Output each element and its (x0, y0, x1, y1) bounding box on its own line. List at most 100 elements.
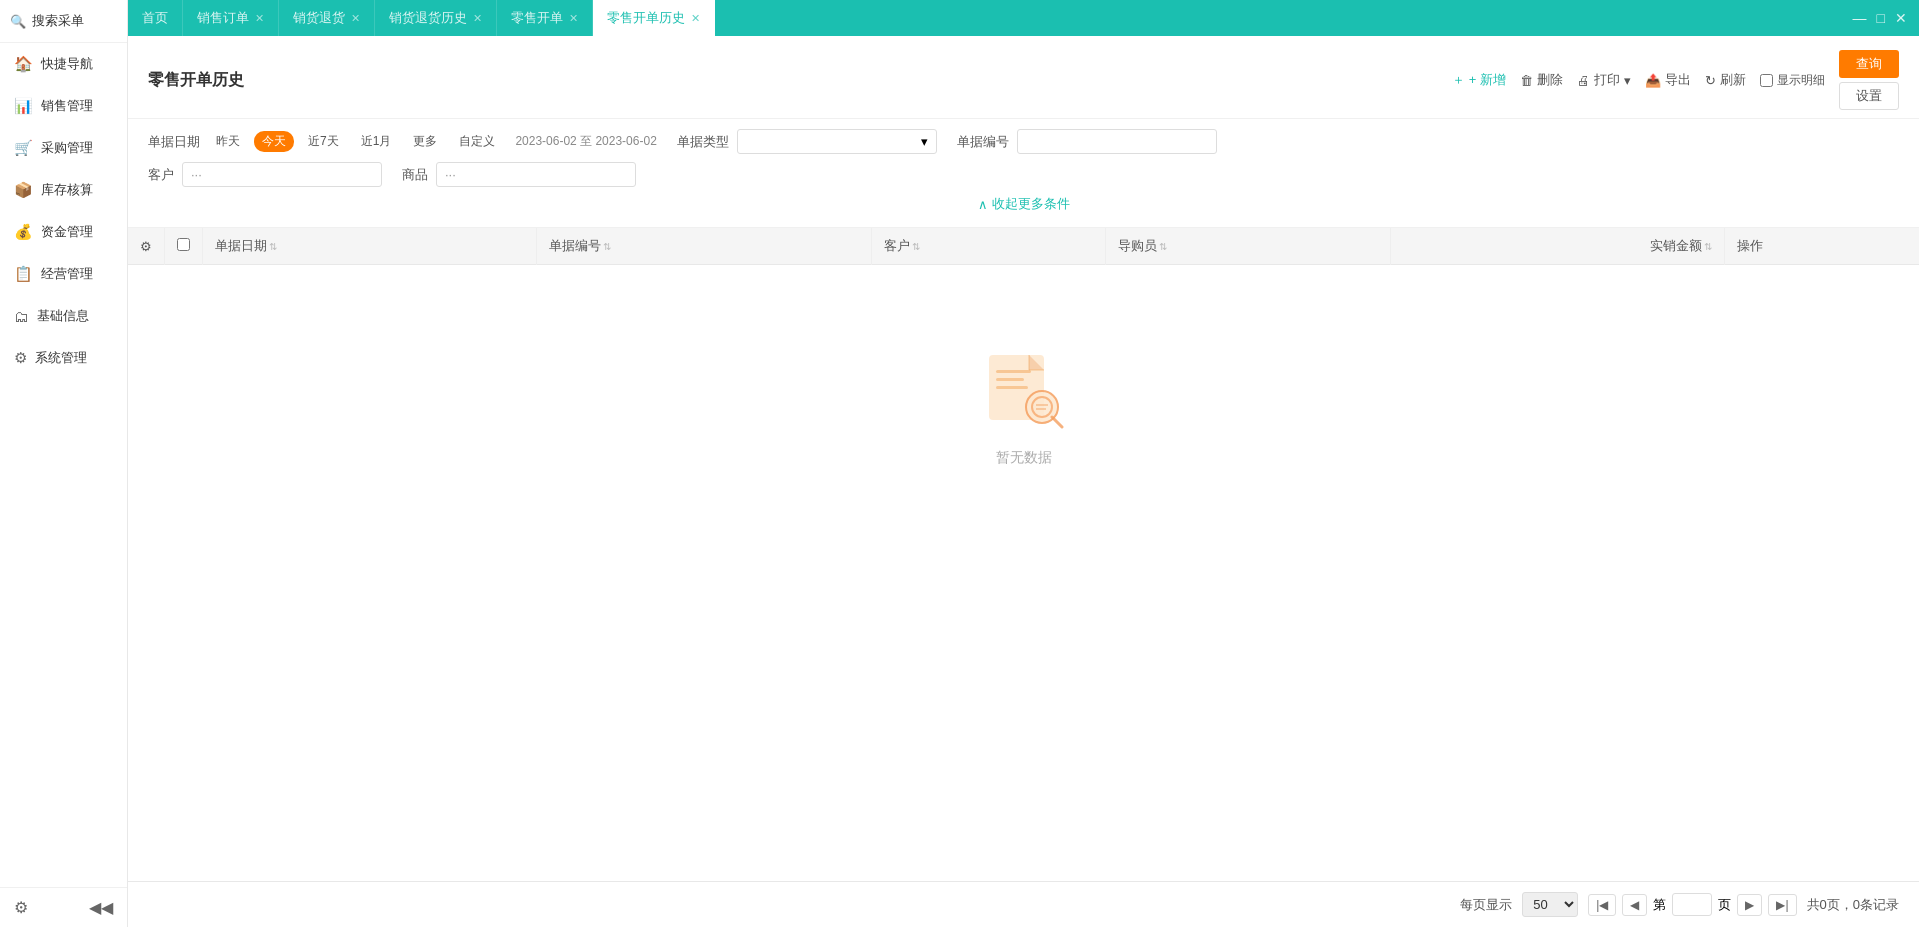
th-customer: 客户⇅ (871, 228, 1106, 265)
tab-label-sales-order: 销售订单 (197, 9, 249, 27)
page-word: 页 (1718, 896, 1731, 914)
th-checkbox[interactable] (165, 228, 203, 265)
goods-select[interactable]: ··· (436, 162, 636, 187)
tab-sales-return-history[interactable]: 销货退货历史 ✕ (375, 0, 497, 36)
query-area: 查询 设置 (1839, 50, 1899, 110)
close-button[interactable]: ✕ (1895, 10, 1907, 26)
sort-no-icon[interactable]: ⇅ (603, 241, 611, 252)
query-button[interactable]: 查询 (1839, 50, 1899, 78)
first-page-button[interactable]: |◀ (1588, 894, 1616, 916)
sidebar-item-sales-mgmt[interactable]: 📊销售管理 (0, 85, 127, 127)
tab-close-sales-order[interactable]: ✕ (255, 12, 264, 25)
tab-close-retail-open[interactable]: ✕ (569, 12, 578, 25)
sidebar-item-quick-nav[interactable]: 🏠快捷导航 (0, 43, 127, 85)
minimize-button[interactable]: — (1853, 10, 1867, 26)
sidebar-icon-finance: 💰 (14, 223, 33, 241)
date-opt-more[interactable]: 更多 (405, 131, 445, 152)
order-type-dropdown-icon: ▾ (921, 134, 928, 149)
date-opt-custom[interactable]: 自定义 (451, 131, 503, 152)
delete-button[interactable]: 🗑 删除 (1520, 71, 1563, 89)
goods-filter-group: 商品 ··· (402, 162, 636, 187)
sidebar-icon-inventory: 📦 (14, 181, 33, 199)
print-dropdown-icon: ▾ (1624, 73, 1631, 88)
date-opt-yesterday[interactable]: 昨天 (208, 131, 248, 152)
refresh-button[interactable]: ↻ 刷新 (1705, 71, 1746, 89)
sidebar-item-purchase-mgmt[interactable]: 🛒采购管理 (0, 127, 127, 169)
date-opt-today[interactable]: 今天 (254, 131, 294, 152)
th-action: 操作 (1725, 228, 1919, 265)
tab-home[interactable]: 首页 (128, 0, 183, 36)
collapse-icon: ∧ (978, 197, 988, 212)
sidebar-item-inventory[interactable]: 📦库存核算 (0, 169, 127, 211)
tab-label-home: 首页 (142, 9, 168, 27)
sidebar-item-sys-mgmt[interactable]: ⚙系统管理 (0, 337, 127, 379)
tab-close-retail-open-history[interactable]: ✕ (691, 12, 700, 25)
tab-retail-open[interactable]: 零售开单✕ (497, 0, 593, 36)
order-no-input[interactable] (1017, 129, 1217, 154)
refresh-icon: ↻ (1705, 73, 1716, 88)
export-button[interactable]: 📤 导出 (1645, 71, 1691, 89)
delete-icon: 🗑 (1520, 73, 1533, 88)
th-settings[interactable]: ⚙ (128, 228, 165, 265)
select-all-checkbox[interactable] (177, 238, 190, 251)
sidebar-search[interactable]: 🔍 搜索采单 (0, 0, 127, 43)
table-area: ⚙ 单据日期⇅ 单据编号⇅ 客户⇅ (128, 228, 1919, 881)
filter-area: 单据日期 昨天 今天 近7天 近1月 更多 自定义 2023-06-02 至 2… (128, 119, 1919, 228)
sort-amount-icon[interactable]: ⇅ (1704, 241, 1712, 252)
tab-sales-return[interactable]: 销货退货✕ (279, 0, 375, 36)
sidebar-item-ops[interactable]: 📋经营管理 (0, 253, 127, 295)
page-size-select[interactable]: 20 50 100 (1522, 892, 1578, 917)
tab-retail-open-history[interactable]: 零售开单历史✕ (593, 0, 715, 36)
date-options: 昨天 今天 近7天 近1月 更多 自定义 (208, 131, 503, 152)
prev-page-button[interactable]: ◀ (1622, 894, 1647, 916)
collapse-filter-button[interactable]: ∧ 收起更多条件 (978, 195, 1070, 213)
date-filter-label: 单据日期 (148, 133, 200, 151)
order-no-label: 单据编号 (957, 133, 1009, 151)
customer-select[interactable]: ··· (182, 162, 382, 187)
sidebar-icon-basic-info: 🗂 (14, 308, 29, 325)
sort-guide-icon[interactable]: ⇅ (1159, 241, 1167, 252)
date-opt-7days[interactable]: 近7天 (300, 131, 347, 152)
tab-bar: 首页销售订单✕销货退货✕销货退货历史✕零售开单✕零售开单历史✕ — □ ✕ (128, 0, 1919, 36)
empty-illustration (974, 345, 1074, 435)
page-word-pre: 第 (1653, 896, 1666, 914)
tab-close-sales-return-history[interactable]: ✕ (473, 12, 482, 25)
sidebar: 🔍 搜索采单 🏠快捷导航📊销售管理🛒采购管理📦库存核算 💰 资金管理 📋经营管理🗂基础… (0, 0, 128, 927)
settings-button[interactable]: 设置 (1839, 82, 1899, 110)
page-header: 零售开单历史 ＋ + 新增 🗑 删除 🖨 打印 ▾ 📤 导出 (128, 36, 1919, 119)
new-icon: ＋ (1452, 71, 1465, 89)
next-page-button[interactable]: ▶ (1737, 894, 1762, 916)
print-button[interactable]: 🖨 打印 ▾ (1577, 71, 1631, 89)
sort-customer-icon[interactable]: ⇅ (912, 241, 920, 252)
sidebar-label-finance: 资金管理 (41, 223, 93, 241)
date-opt-1month[interactable]: 近1月 (353, 131, 400, 152)
th-guide: 导购员⇅ (1106, 228, 1390, 265)
sidebar-icon-ops: 📋 (14, 265, 33, 283)
svg-line-6 (1052, 417, 1062, 427)
last-page-button[interactable]: ▶| (1768, 894, 1796, 916)
print-icon: 🖨 (1577, 73, 1590, 88)
tab-close-sales-return[interactable]: ✕ (351, 12, 360, 25)
table-container: ⚙ 单据日期⇅ 单据编号⇅ 客户⇅ (128, 228, 1919, 527)
sidebar-nav: 🏠快捷导航📊销售管理🛒采购管理📦库存核算 💰 资金管理 📋经营管理🗂基础信息⚙系统管理 (0, 43, 127, 887)
page-input[interactable]: 1 (1672, 893, 1712, 916)
show-detail-checkbox[interactable] (1760, 74, 1773, 87)
goods-label: 商品 (402, 166, 428, 184)
tab-sales-order[interactable]: 销售订单 ✕ (183, 0, 279, 36)
footer-pagination: 每页显示 20 50 100 |◀ ◀ 第 1 页 ▶ ▶| 共0页，0条记录 (128, 881, 1919, 927)
tab-label-sales-return-history: 销货退货历史 (389, 9, 467, 27)
sort-date-icon[interactable]: ⇅ (269, 241, 277, 252)
page-total: 共0页，0条记录 (1807, 896, 1899, 914)
collapse-sidebar-icon[interactable]: ◀◀ (89, 898, 113, 917)
sidebar-item-basic-info[interactable]: 🗂基础信息 (0, 295, 127, 337)
maximize-button[interactable]: □ (1877, 10, 1885, 26)
sidebar-item-finance[interactable]: 💰 资金管理 (0, 211, 127, 253)
sidebar-label-purchase-mgmt: 采购管理 (41, 139, 93, 157)
th-date: 单据日期⇅ (203, 228, 537, 265)
customer-filter-group: 客户 ··· (148, 162, 382, 187)
show-detail-toggle[interactable]: 显示明细 (1760, 72, 1825, 89)
sidebar-label-sales-mgmt: 销售管理 (41, 97, 93, 115)
settings-icon[interactable]: ⚙ (14, 898, 28, 917)
order-type-select[interactable]: ▾ (737, 129, 937, 154)
new-button[interactable]: ＋ + 新增 (1452, 71, 1506, 89)
